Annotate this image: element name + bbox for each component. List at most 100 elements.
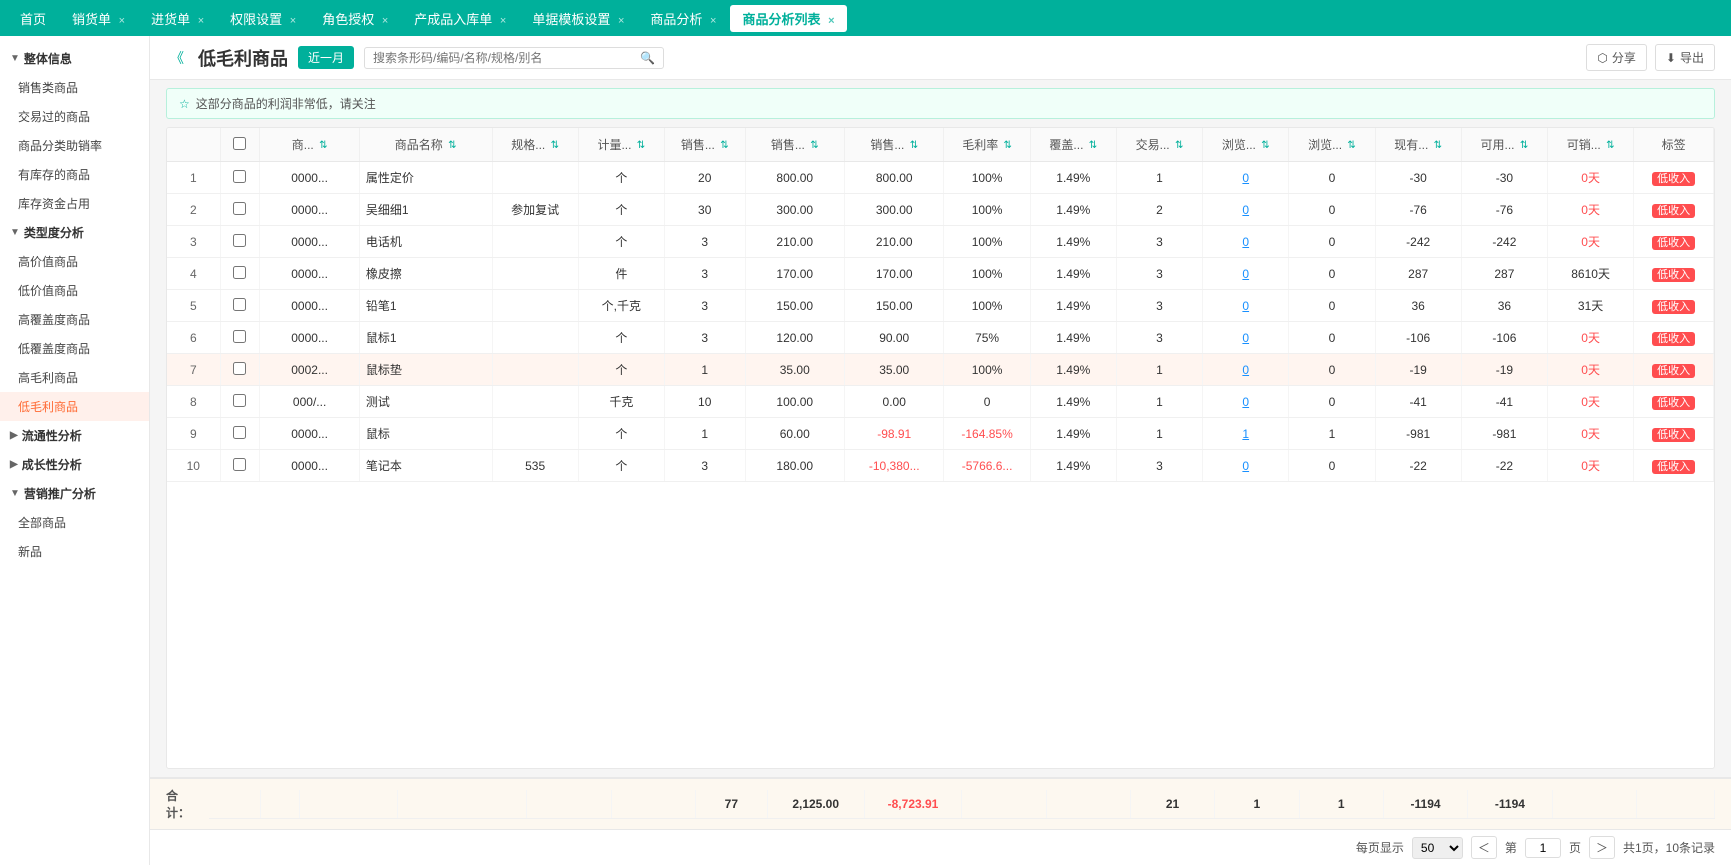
- filter-button[interactable]: 近一月: [298, 46, 354, 69]
- row-checkbox[interactable]: [220, 354, 260, 386]
- sidebar-section-overall[interactable]: ▼ 整体信息: [0, 44, 149, 73]
- row-select-checkbox[interactable]: [233, 202, 246, 215]
- col-header-spec[interactable]: 规格... ⇅: [492, 128, 578, 162]
- row-browse1[interactable]: 0: [1203, 386, 1289, 418]
- nav-purchase[interactable]: 进货单 ×: [139, 5, 216, 32]
- nav-role[interactable]: 角色授权 ×: [310, 5, 400, 32]
- close-icon[interactable]: ×: [710, 15, 716, 27]
- table-body: 1 0000... 属性定价 个 20 800.00 800.00 100% 1…: [167, 162, 1714, 482]
- row-select-checkbox[interactable]: [233, 362, 246, 375]
- sidebar-section-growth[interactable]: ▶ 成长性分析: [0, 450, 149, 479]
- sidebar-item-high-profit[interactable]: 高毛利商品: [0, 363, 149, 392]
- select-all-checkbox[interactable]: [233, 137, 246, 150]
- row-checkbox[interactable]: [220, 226, 260, 258]
- close-icon[interactable]: ×: [290, 15, 296, 27]
- col-header-coverage[interactable]: 覆盖... ⇅: [1030, 128, 1116, 162]
- row-checkbox[interactable]: [220, 258, 260, 290]
- share-button[interactable]: ⬡ 分享: [1586, 44, 1647, 71]
- row-code: 0000...: [260, 418, 359, 450]
- search-icon[interactable]: 🔍: [640, 51, 655, 65]
- per-page-select[interactable]: 10 20 50 100: [1412, 837, 1463, 859]
- col-header-browse1[interactable]: 浏览... ⇅: [1203, 128, 1289, 162]
- sidebar-section-type[interactable]: ▼ 类型度分析: [0, 218, 149, 247]
- close-icon[interactable]: ×: [500, 15, 506, 27]
- sidebar-section-marketing[interactable]: ▼ 营销推广分析: [0, 479, 149, 508]
- sidebar-section-circulation[interactable]: ▶ 流通性分析: [0, 421, 149, 450]
- row-select-checkbox[interactable]: [233, 394, 246, 407]
- close-icon[interactable]: ×: [198, 15, 204, 27]
- col-header-stock-sellable[interactable]: 可销... ⇅: [1548, 128, 1634, 162]
- col-header-gross-rate[interactable]: 毛利率 ⇅: [944, 128, 1030, 162]
- sidebar-item-low-profit[interactable]: 低毛利商品: [0, 392, 149, 421]
- row-checkbox[interactable]: [220, 322, 260, 354]
- sidebar-item-low-value[interactable]: 低价值商品: [0, 276, 149, 305]
- next-page-button[interactable]: ＞: [1589, 836, 1615, 859]
- row-checkbox[interactable]: [220, 162, 260, 194]
- close-icon[interactable]: ×: [618, 15, 624, 27]
- nav-permission[interactable]: 权限设置 ×: [218, 5, 308, 32]
- row-stock-sellable: 0天: [1548, 418, 1634, 450]
- close-icon[interactable]: ×: [119, 15, 125, 27]
- row-checkbox[interactable]: [220, 194, 260, 226]
- row-select-checkbox[interactable]: [233, 234, 246, 247]
- row-spec: 535: [492, 450, 578, 482]
- col-header-trade[interactable]: 交易... ⇅: [1116, 128, 1202, 162]
- col-header-stock-current[interactable]: 现有... ⇅: [1375, 128, 1461, 162]
- nav-sales[interactable]: 销货单 ×: [60, 5, 137, 32]
- row-browse1[interactable]: 0: [1203, 290, 1289, 322]
- row-browse1[interactable]: 1: [1203, 418, 1289, 450]
- sort-icon: ⇅: [1347, 140, 1355, 151]
- close-icon[interactable]: ×: [382, 15, 388, 27]
- row-select-checkbox[interactable]: [233, 298, 246, 311]
- row-browse1[interactable]: 0: [1203, 322, 1289, 354]
- row-browse1[interactable]: 0: [1203, 450, 1289, 482]
- collapse-button[interactable]: 《: [166, 48, 188, 68]
- prev-page-button[interactable]: ＜: [1471, 836, 1497, 859]
- search-input[interactable]: [373, 51, 640, 65]
- col-header-name[interactable]: 商品名称 ⇅: [359, 128, 492, 162]
- sidebar-item-low-coverage[interactable]: 低覆盖度商品: [0, 334, 149, 363]
- row-select-checkbox[interactable]: [233, 330, 246, 343]
- sidebar-item-new-goods[interactable]: 新品: [0, 537, 149, 566]
- col-header-sales-qty[interactable]: 销售... ⇅: [664, 128, 745, 162]
- row-browse1[interactable]: 0: [1203, 162, 1289, 194]
- col-header-unit[interactable]: 计量... ⇅: [578, 128, 664, 162]
- row-coverage: 1.49%: [1030, 194, 1116, 226]
- close-icon[interactable]: ×: [828, 15, 834, 27]
- sidebar-item-high-coverage[interactable]: 高覆盖度商品: [0, 305, 149, 334]
- row-select-checkbox[interactable]: [233, 426, 246, 439]
- sidebar-item-category-rate[interactable]: 商品分类助销率: [0, 131, 149, 160]
- row-sales-price: 180.00: [745, 450, 844, 482]
- sidebar-item-sales-goods[interactable]: 销售类商品: [0, 73, 149, 102]
- col-header-sales-price[interactable]: 销售... ⇅: [745, 128, 844, 162]
- col-header-code[interactable]: 商... ⇅: [260, 128, 359, 162]
- row-unit: 千克: [578, 386, 664, 418]
- nav-template[interactable]: 单据模板设置 ×: [520, 5, 636, 32]
- row-browse1[interactable]: 0: [1203, 258, 1289, 290]
- nav-home[interactable]: 首页: [8, 5, 58, 32]
- row-coverage: 1.49%: [1030, 450, 1116, 482]
- col-header-browse2[interactable]: 浏览... ⇅: [1289, 128, 1375, 162]
- col-header-sales-profit[interactable]: 销售... ⇅: [844, 128, 943, 162]
- sidebar-item-stock-capital[interactable]: 库存资金占用: [0, 189, 149, 218]
- row-browse1[interactable]: 0: [1203, 194, 1289, 226]
- row-browse1[interactable]: 0: [1203, 354, 1289, 386]
- col-header-stock-available[interactable]: 可用... ⇅: [1461, 128, 1547, 162]
- row-checkbox[interactable]: [220, 450, 260, 482]
- nav-product-entry[interactable]: 产成品入库单 ×: [402, 5, 518, 32]
- page-number-input[interactable]: [1525, 838, 1561, 858]
- row-checkbox[interactable]: [220, 386, 260, 418]
- sidebar-item-stock-goods[interactable]: 有库存的商品: [0, 160, 149, 189]
- row-select-checkbox[interactable]: [233, 170, 246, 183]
- row-checkbox[interactable]: [220, 418, 260, 450]
- nav-goods-analysis[interactable]: 商品分析 ×: [638, 5, 728, 32]
- export-button[interactable]: ⬇ 导出: [1655, 44, 1715, 71]
- row-checkbox[interactable]: [220, 290, 260, 322]
- row-select-checkbox[interactable]: [233, 266, 246, 279]
- sidebar-item-high-value[interactable]: 高价值商品: [0, 247, 149, 276]
- sidebar-item-traded-goods[interactable]: 交易过的商品: [0, 102, 149, 131]
- nav-goods-analysis-list[interactable]: 商品分析列表 ×: [730, 5, 846, 32]
- row-select-checkbox[interactable]: [233, 458, 246, 471]
- row-browse1[interactable]: 0: [1203, 226, 1289, 258]
- sidebar-item-all-goods[interactable]: 全部商品: [0, 508, 149, 537]
